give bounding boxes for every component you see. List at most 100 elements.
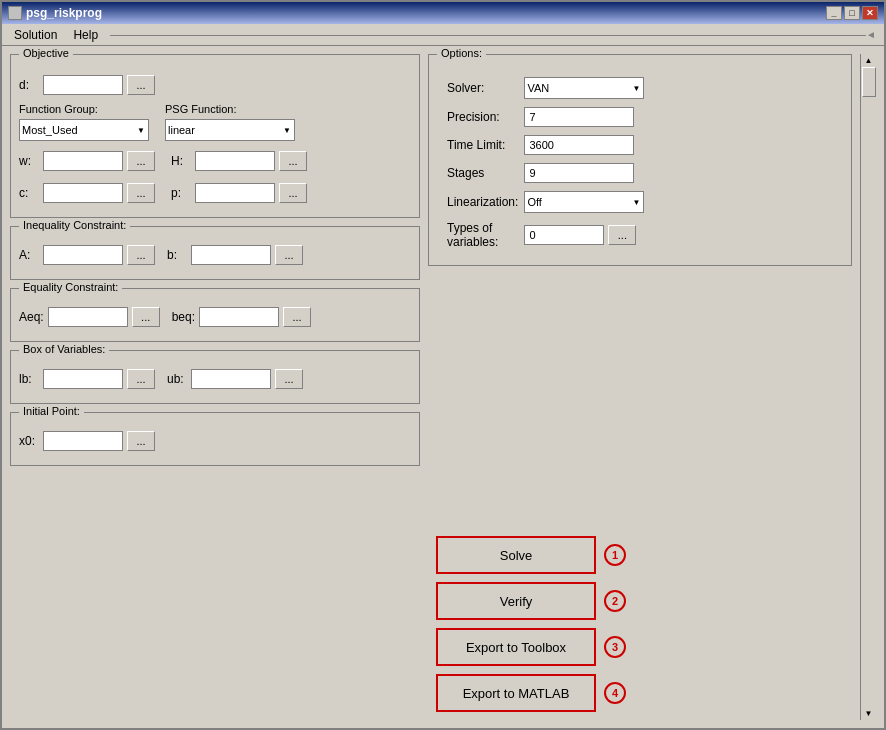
maximize-button[interactable]: □ bbox=[844, 6, 860, 20]
beq-input[interactable] bbox=[199, 307, 279, 327]
export-toolbox-number: 3 bbox=[604, 636, 626, 658]
precision-input[interactable] bbox=[524, 107, 634, 127]
scrollbar[interactable]: ▲ ▼ bbox=[860, 54, 876, 720]
time-limit-row: Time Limit: bbox=[447, 135, 644, 155]
spacer bbox=[428, 274, 852, 520]
d-input[interactable] bbox=[43, 75, 123, 95]
objective-title: Objective bbox=[19, 47, 73, 59]
a-label: A: bbox=[19, 248, 39, 262]
function-group-select[interactable]: Most_Used All bbox=[19, 119, 149, 141]
export-matlab-number: 4 bbox=[604, 682, 626, 704]
h-label: H: bbox=[171, 154, 191, 168]
stages-label: Stages bbox=[447, 166, 484, 180]
types-input[interactable] bbox=[524, 225, 604, 245]
box-of-variables-group: Box of Variables: lb: ... ub: ... bbox=[10, 350, 420, 404]
inequality-constraint-group: Inequality Constraint: A: ... b: ... bbox=[10, 226, 420, 280]
stages-input[interactable] bbox=[524, 163, 634, 183]
menu-pin: ◄ bbox=[866, 29, 876, 40]
h-browse-button[interactable]: ... bbox=[279, 151, 307, 171]
scroll-down-button[interactable]: ▼ bbox=[865, 709, 873, 718]
equality-title: Equality Constraint: bbox=[19, 281, 122, 293]
b-browse-button[interactable]: ... bbox=[275, 245, 303, 265]
b-label: b: bbox=[167, 248, 187, 262]
linearization-label: Linearization: bbox=[447, 195, 518, 209]
p-input[interactable] bbox=[195, 183, 275, 203]
verify-row: Verify 2 bbox=[436, 582, 844, 620]
box-title: Box of Variables: bbox=[19, 343, 109, 355]
h-input[interactable] bbox=[195, 151, 275, 171]
linearization-row: Linearization: Off On bbox=[447, 191, 644, 213]
title-bar: psg_riskprog _ □ ✕ bbox=[2, 2, 884, 24]
c-input[interactable] bbox=[43, 183, 123, 203]
function-group-label: Function Group: bbox=[19, 103, 149, 115]
beq-label: beq: bbox=[172, 310, 195, 324]
scroll-thumb[interactable] bbox=[862, 67, 876, 97]
ub-label: ub: bbox=[167, 372, 187, 386]
left-panel: Objective d: ... Function Group: Most_Us… bbox=[10, 54, 420, 720]
stages-row: Stages bbox=[447, 163, 644, 183]
solve-row: Solve 1 bbox=[436, 536, 844, 574]
menu-bar: Solution Help ◄ bbox=[2, 24, 884, 46]
x0-input[interactable] bbox=[43, 431, 123, 451]
export-toolbox-button[interactable]: Export to Toolbox bbox=[436, 628, 596, 666]
scroll-up-button[interactable]: ▲ bbox=[865, 56, 873, 65]
psg-function-select[interactable]: linear cvar bbox=[165, 119, 295, 141]
solver-label: Solver: bbox=[447, 81, 484, 95]
beq-browse-button[interactable]: ... bbox=[283, 307, 311, 327]
main-content: Objective d: ... Function Group: Most_Us… bbox=[2, 46, 884, 728]
w-browse-button[interactable]: ... bbox=[127, 151, 155, 171]
time-limit-input[interactable] bbox=[524, 135, 634, 155]
linearization-select[interactable]: Off On bbox=[524, 191, 644, 213]
x0-label: x0: bbox=[19, 434, 39, 448]
aeq-browse-button[interactable]: ... bbox=[132, 307, 160, 327]
d-label: d: bbox=[19, 78, 39, 92]
initial-point-title: Initial Point: bbox=[19, 405, 84, 417]
verify-button[interactable]: Verify bbox=[436, 582, 596, 620]
a-input[interactable] bbox=[43, 245, 123, 265]
w-input[interactable] bbox=[43, 151, 123, 171]
app-icon bbox=[8, 6, 22, 20]
ub-input[interactable] bbox=[191, 369, 271, 389]
lb-input[interactable] bbox=[43, 369, 123, 389]
initial-point-group: Initial Point: x0: ... bbox=[10, 412, 420, 466]
main-window: psg_riskprog _ □ ✕ Solution Help ◄ Objec… bbox=[0, 0, 886, 730]
types-label: Types of variables: bbox=[447, 221, 498, 249]
solve-button[interactable]: Solve bbox=[436, 536, 596, 574]
p-label: p: bbox=[171, 186, 191, 200]
a-browse-button[interactable]: ... bbox=[127, 245, 155, 265]
solve-number: 1 bbox=[604, 544, 626, 566]
right-panel: Options: Solver: VAN CVAR bbox=[428, 54, 852, 720]
verify-number: 2 bbox=[604, 590, 626, 612]
precision-label: Precision: bbox=[447, 110, 500, 124]
lb-browse-button[interactable]: ... bbox=[127, 369, 155, 389]
options-group: Options: Solver: VAN CVAR bbox=[428, 54, 852, 266]
objective-group: Objective d: ... Function Group: Most_Us… bbox=[10, 54, 420, 218]
d-browse-button[interactable]: ... bbox=[127, 75, 155, 95]
time-limit-label: Time Limit: bbox=[447, 138, 505, 152]
psg-function-label: PSG Function: bbox=[165, 103, 295, 115]
export-toolbox-row: Export to Toolbox 3 bbox=[436, 628, 844, 666]
export-matlab-row: Export to MATLAB 4 bbox=[436, 674, 844, 712]
export-matlab-button[interactable]: Export to MATLAB bbox=[436, 674, 596, 712]
minimize-button[interactable]: _ bbox=[826, 6, 842, 20]
types-browse-button[interactable]: ... bbox=[608, 225, 636, 245]
b-input[interactable] bbox=[191, 245, 271, 265]
c-browse-button[interactable]: ... bbox=[127, 183, 155, 203]
menu-solution[interactable]: Solution bbox=[6, 26, 65, 44]
close-button[interactable]: ✕ bbox=[862, 6, 878, 20]
solver-row: Solver: VAN CVAR bbox=[447, 77, 644, 99]
menu-help[interactable]: Help bbox=[65, 26, 106, 44]
window-controls: _ □ ✕ bbox=[826, 6, 878, 20]
x0-browse-button[interactable]: ... bbox=[127, 431, 155, 451]
precision-row: Precision: bbox=[447, 107, 644, 127]
aeq-label: Aeq: bbox=[19, 310, 44, 324]
lb-label: lb: bbox=[19, 372, 39, 386]
aeq-input[interactable] bbox=[48, 307, 128, 327]
w-label: w: bbox=[19, 154, 39, 168]
window-title: psg_riskprog bbox=[26, 6, 102, 20]
ub-browse-button[interactable]: ... bbox=[275, 369, 303, 389]
solver-select[interactable]: VAN CVAR bbox=[524, 77, 644, 99]
action-buttons-section: Solve 1 Verify 2 Export to Toolbox 3 Exp… bbox=[428, 528, 852, 720]
options-title: Options: bbox=[437, 47, 486, 59]
p-browse-button[interactable]: ... bbox=[279, 183, 307, 203]
